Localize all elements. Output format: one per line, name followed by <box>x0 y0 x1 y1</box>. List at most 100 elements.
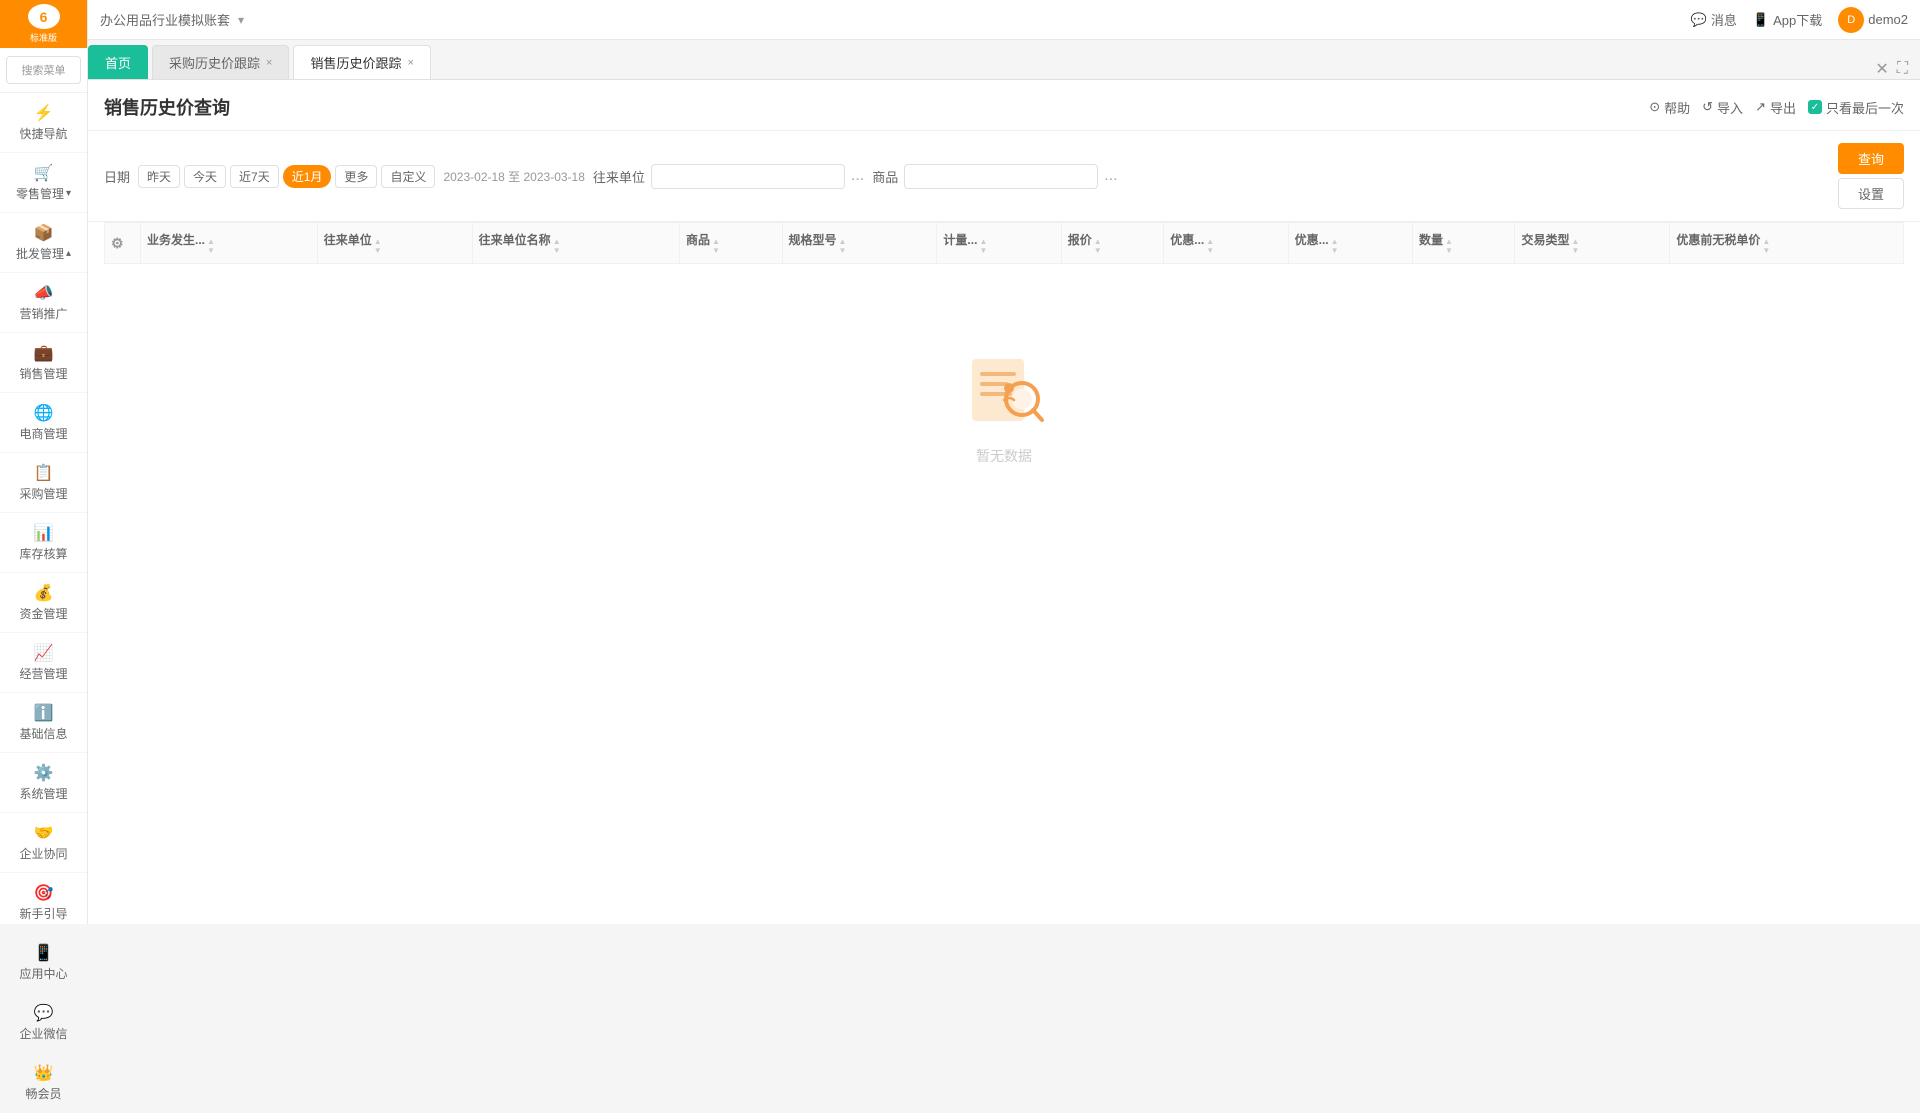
search-buttons: 查询 设置 <box>1838 143 1904 209</box>
only-last-checkbox-group: ✓ 只看最后一次 <box>1808 98 1904 117</box>
help-button[interactable]: ⊙ 帮助 <box>1649 98 1690 117</box>
membership-icon: 👑 <box>34 1063 54 1083</box>
sidebar-item-label-system: 系统管理 <box>19 785 67 802</box>
tab-sales-close-icon[interactable]: × <box>407 57 413 69</box>
sidebar-item-ecommerce[interactable]: 🌐电商管理 <box>0 393 87 453</box>
app-download-button[interactable]: 📱 App下载 <box>1753 10 1822 29</box>
page-container: 销售历史价查询 ⊙ 帮助 ↺ 导入 ↗ 导出 ✓ 只看最后一次 <box>88 80 1920 924</box>
search-menu-button[interactable]: 搜索菜单 <box>6 56 81 84</box>
sort-icon: ▲▼ <box>1571 237 1579 255</box>
wholesale-arrow-icon: ▴ <box>66 248 71 259</box>
enterprise_wx-icon: 💬 <box>34 1003 54 1023</box>
col-header-discount2: 优惠...▲▼ <box>1288 223 1412 264</box>
import-button[interactable]: ↺ 导入 <box>1702 98 1743 117</box>
tab-sales-history[interactable]: 销售历史价跟踪 × <box>293 45 430 79</box>
partner-dots[interactable]: ... <box>851 167 864 185</box>
sidebar-item-label-guide: 新手引导 <box>19 905 67 922</box>
date-btn-custom[interactable]: 自定义 <box>381 165 435 188</box>
quick_nav-icon: ⚡ <box>34 103 54 123</box>
sort-icon: ▲▼ <box>207 237 215 255</box>
import-icon: ↺ <box>1702 99 1713 115</box>
fullscreen-icon[interactable]: ⛶ <box>1897 60 1908 78</box>
col-header-partner_code: 往来单位▲▼ <box>317 223 472 264</box>
sidebar-item-guide[interactable]: 🎯 新手引导 <box>0 873 87 933</box>
date-label: 日期 <box>104 167 130 186</box>
sidebar-item-app_center[interactable]: 📱应用中心 <box>0 933 87 993</box>
sidebar-item-enterprise[interactable]: 🤝企业协同 <box>0 813 87 873</box>
product-input[interactable] <box>904 164 1098 189</box>
tab-purchase-close-icon[interactable]: × <box>266 57 272 69</box>
topbar-title: 办公用品行业模拟账套 <box>100 10 230 29</box>
sidebar-item-label-finance: 资金管理 <box>19 605 67 622</box>
message-button[interactable]: 💬 消息 <box>1691 10 1737 29</box>
sidebar-item-marketing[interactable]: 📣 营销推广 <box>0 273 87 333</box>
col-header-gear[interactable]: ⚙ <box>105 223 141 264</box>
tab-sales-label: 销售历史价跟踪 <box>310 53 401 72</box>
partner-label: 往来单位 <box>593 167 645 186</box>
col-header-trade_type: 交易类型▲▼ <box>1515 223 1670 264</box>
sidebar-item-label-membership: 畅会员 <box>25 1085 61 1102</box>
sidebar-item-basic_info[interactable]: ℹ️基础信息 <box>0 693 87 753</box>
inventory-icon: 📊 <box>34 523 54 543</box>
page-header: 销售历史价查询 ⊙ 帮助 ↺ 导入 ↗ 导出 ✓ 只看最后一次 <box>88 80 1920 131</box>
sidebar-item-membership[interactable]: 👑 畅会员 <box>0 1053 87 1113</box>
marketing-icon: 📣 <box>34 283 54 303</box>
tab-home-label: 首页 <box>105 53 131 72</box>
product-label: 商品 <box>872 167 898 186</box>
sidebar-item-operations[interactable]: 📈经营管理 <box>0 633 87 693</box>
guide-icon: 🎯 <box>34 883 54 903</box>
user-profile[interactable]: D demo2 <box>1838 7 1908 33</box>
export-button[interactable]: ↗ 导出 <box>1755 98 1796 117</box>
col-header-discount1: 优惠...▲▼ <box>1164 223 1288 264</box>
sidebar-item-enterprise_wx[interactable]: 💬 企业微信 <box>0 993 87 1053</box>
retail-arrow-icon: ▾ <box>66 188 71 199</box>
sidebar-item-label-marketing: 营销推广 <box>19 305 67 322</box>
settings-button[interactable]: 设置 <box>1838 178 1904 209</box>
date-btn-more[interactable]: 更多 <box>335 165 377 188</box>
help-label: 帮助 <box>1664 98 1690 117</box>
query-button[interactable]: 查询 <box>1838 143 1904 174</box>
close-tab-icon[interactable]: ✕ <box>1875 59 1888 79</box>
col-header-spec: 规格型号▲▼ <box>782 223 937 264</box>
empty-state: 暂无数据 <box>88 264 1920 546</box>
sidebar-item-label-basic_info: 基础信息 <box>19 725 67 742</box>
sidebar-item-sales[interactable]: 💼销售管理 <box>0 333 87 393</box>
sidebar-item-wholesale[interactable]: 📦批发管理▴ <box>0 213 87 273</box>
search-area: 日期 昨天今天近7天近1月更多自定义 2023-02-18 至 2023-03-… <box>88 131 1920 222</box>
sidebar-item-label-quick_nav: 快捷导航 <box>19 125 67 142</box>
sidebar-item-retail[interactable]: 🛒零售管理▾ <box>0 153 87 213</box>
only-last-checkbox[interactable]: ✓ <box>1808 100 1822 114</box>
sort-icon: ▲▼ <box>374 237 382 255</box>
partner-input[interactable] <box>651 164 845 189</box>
col-header-price: 报价▲▼ <box>1061 223 1164 264</box>
import-label: 导入 <box>1717 98 1743 117</box>
sidebar-item-purchase[interactable]: 📋采购管理 <box>0 453 87 513</box>
empty-text: 暂无数据 <box>976 446 1032 466</box>
export-label: 导出 <box>1770 98 1796 117</box>
sidebar-item-inventory[interactable]: 📊库存核算 <box>0 513 87 573</box>
sidebar-item-label-ecommerce: 电商管理 <box>19 425 67 442</box>
product-dots[interactable]: ... <box>1104 167 1117 185</box>
date-btn-last1month[interactable]: 近1月 <box>283 165 332 188</box>
search-row: 日期 昨天今天近7天近1月更多自定义 2023-02-18 至 2023-03-… <box>104 164 1822 189</box>
col-header-quantity: 数量▲▼ <box>1412 223 1515 264</box>
sidebar-item-system[interactable]: ⚙️系统管理 <box>0 753 87 813</box>
date-btn-yesterday[interactable]: 昨天 <box>138 165 180 188</box>
app_center-icon: 📱 <box>34 943 54 963</box>
sidebar-item-label-sales: 销售管理 <box>19 365 67 382</box>
sidebar-item-label-enterprise_wx: 企业微信 <box>19 1025 67 1042</box>
app-logo: 6 标准版 <box>0 0 87 48</box>
data-table: ⚙业务发生...▲▼往来单位▲▼往来单位名称▲▼商品▲▼规格型号▲▼计量...▲… <box>104 222 1904 264</box>
topbar-dropdown-icon[interactable]: ▾ <box>238 13 244 27</box>
sort-icon: ▲▼ <box>1445 237 1453 255</box>
tab-purchase-history[interactable]: 采购历史价跟踪 × <box>152 45 289 79</box>
app-download-icon: 📱 <box>1753 12 1769 28</box>
sidebar-item-quick_nav[interactable]: ⚡ 快捷导航 <box>0 93 87 153</box>
tab-home[interactable]: 首页 <box>88 45 148 79</box>
gear-icon[interactable]: ⚙ <box>111 235 124 251</box>
sidebar-item-finance[interactable]: 💰资金管理 <box>0 573 87 633</box>
date-btn-today[interactable]: 今天 <box>184 165 226 188</box>
message-label: 消息 <box>1711 10 1737 29</box>
product-field: 商品 ... <box>872 164 1117 189</box>
date-btn-last7days[interactable]: 近7天 <box>230 165 279 188</box>
